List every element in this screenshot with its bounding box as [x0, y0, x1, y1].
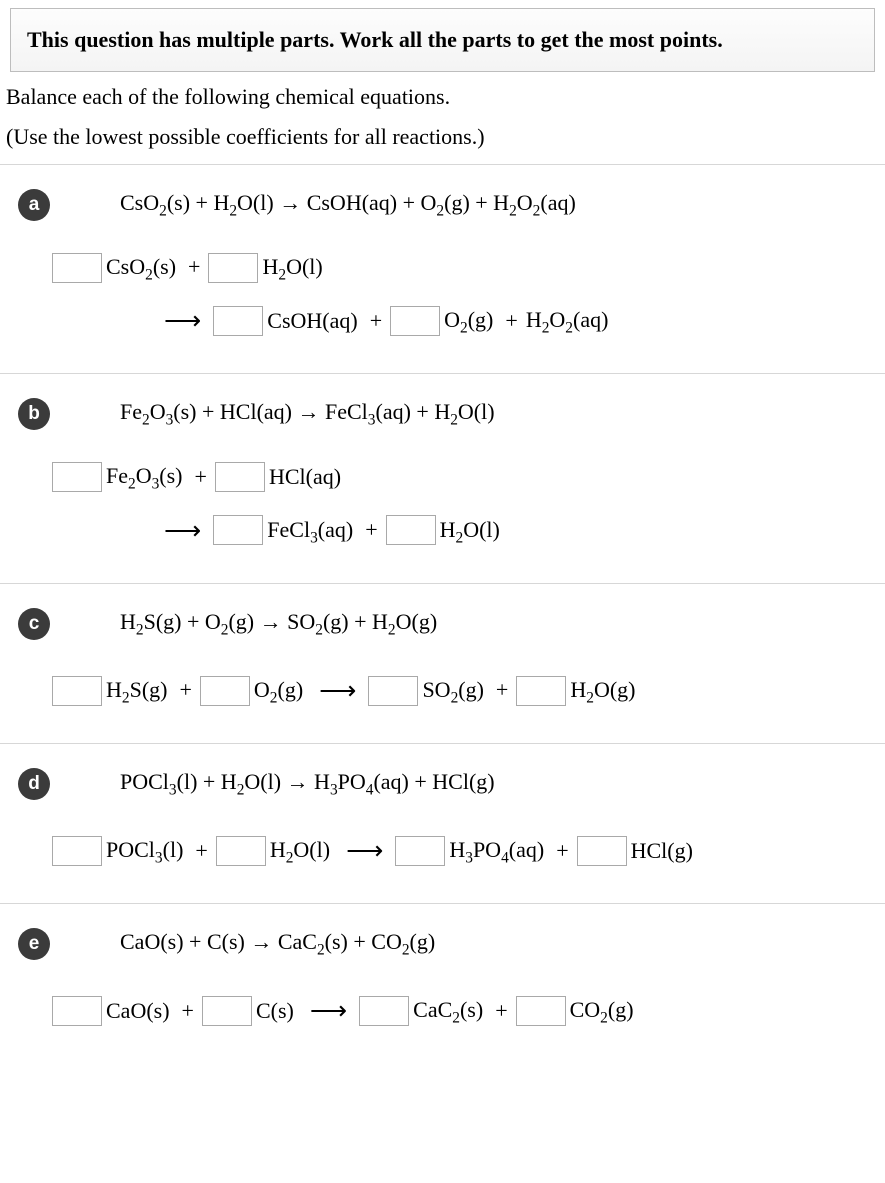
intro-text: Balance each of the following chemical e…	[0, 84, 885, 150]
term-b-r1: Fe2O3(s)	[106, 452, 183, 501]
equation-b: Fe2O3(s) + HCl(aq) → FeCl3(aq) + H2O(l)	[120, 399, 495, 429]
plus-icon: +	[182, 987, 194, 1035]
term-c-p1: SO2(g)	[422, 666, 483, 715]
plus-icon: +	[505, 297, 517, 345]
arrow-icon: ⟶	[164, 292, 201, 349]
intro-line-2: (Use the lowest possible coefficients fo…	[6, 124, 879, 150]
term-c-r2: O2(g)	[254, 666, 303, 715]
coef-input-e-r2[interactable]	[202, 996, 252, 1026]
term-a-r1: CsO2(s)	[106, 243, 176, 292]
coef-input-e-r1[interactable]	[52, 996, 102, 1026]
term-d-p1: H3PO4(aq)	[449, 826, 544, 875]
term-e-p1: CaC2(s)	[413, 986, 483, 1035]
plus-icon: +	[495, 987, 507, 1035]
term-a-p3: H2O2(aq)	[526, 296, 609, 345]
equation-e: CaO(s) + C(s) → CaC2(s) + CO2(g)	[120, 929, 435, 959]
answer-row-c: H2S(g) + O2(g) ⟶ SO2(g) + H2O(g)	[12, 662, 873, 719]
part-b: b Fe2O3(s) + HCl(aq) → FeCl3(aq) + H2O(l…	[0, 374, 885, 582]
answer-row-d: POCl3(l) + H2O(l) ⟶ H3PO4(aq) + HCl(g)	[12, 822, 873, 879]
part-c: c H2S(g) + O2(g) → SO2(g) + H2O(g) H2S(g…	[0, 584, 885, 743]
coef-input-b-r2[interactable]	[215, 462, 265, 492]
coef-input-b-p1[interactable]	[213, 515, 263, 545]
part-badge-e: e	[18, 928, 50, 960]
part-d: d POCl3(l) + H2O(l) → H3PO4(aq) + HCl(g)…	[0, 744, 885, 903]
term-e-p2: CO2(g)	[570, 986, 634, 1035]
term-b-p1: FeCl3(aq)	[267, 506, 353, 555]
term-d-r1: POCl3(l)	[106, 826, 183, 875]
coef-input-c-r2[interactable]	[200, 676, 250, 706]
part-badge-c: c	[18, 608, 50, 640]
instructions-header: This question has multiple parts. Work a…	[10, 8, 875, 72]
coef-input-b-p2[interactable]	[386, 515, 436, 545]
part-badge-b: b	[18, 398, 50, 430]
answer-row-b: Fe2O3(s) + HCl(aq) ⟶ FeCl3(aq) + H2O(l)	[12, 452, 873, 558]
coef-input-b-r1[interactable]	[52, 462, 102, 492]
plus-icon: +	[370, 297, 382, 345]
part-e: e CaO(s) + C(s) → CaC2(s) + CO2(g) CaO(s…	[0, 904, 885, 1063]
arrow-icon: ⟶	[164, 502, 201, 559]
plus-icon: +	[496, 666, 508, 714]
coef-input-c-r1[interactable]	[52, 676, 102, 706]
coef-input-e-p2[interactable]	[516, 996, 566, 1026]
plus-icon: +	[195, 827, 207, 875]
coef-input-c-p2[interactable]	[516, 676, 566, 706]
coef-input-a-p2[interactable]	[390, 306, 440, 336]
part-badge-a: a	[18, 189, 50, 221]
term-c-r1: H2S(g)	[106, 666, 167, 715]
coef-input-d-p1[interactable]	[395, 836, 445, 866]
coef-input-c-p1[interactable]	[368, 676, 418, 706]
coef-input-d-r1[interactable]	[52, 836, 102, 866]
coef-input-e-p1[interactable]	[359, 996, 409, 1026]
term-a-p2: O2(g)	[444, 296, 493, 345]
arrow-icon: ⟶	[319, 662, 356, 719]
part-badge-d: d	[18, 768, 50, 800]
intro-line-1: Balance each of the following chemical e…	[6, 84, 879, 110]
term-d-p2: HCl(g)	[631, 827, 693, 875]
plus-icon: +	[188, 243, 200, 291]
term-e-r1: CaO(s)	[106, 987, 170, 1035]
term-a-p1: CsOH(aq)	[267, 297, 357, 345]
equation-d: POCl3(l) + H2O(l) → H3PO4(aq) + HCl(g)	[120, 769, 495, 799]
plus-icon: +	[179, 666, 191, 714]
arrow-icon: ⟶	[346, 822, 383, 879]
term-b-p2: H2O(l)	[440, 506, 500, 555]
coef-input-a-p1[interactable]	[213, 306, 263, 336]
plus-icon: +	[195, 453, 207, 501]
answer-row-e: CaO(s) + C(s) ⟶ CaC2(s) + CO2(g)	[12, 982, 873, 1039]
answer-row-a: CsO2(s) + H2O(l) ⟶ CsOH(aq) + O2(g) + H2…	[12, 243, 873, 349]
arrow-icon: ⟶	[310, 982, 347, 1039]
term-c-p2: H2O(g)	[570, 666, 635, 715]
equation-c: H2S(g) + O2(g) → SO2(g) + H2O(g)	[120, 609, 437, 639]
plus-icon: +	[365, 506, 377, 554]
plus-icon: +	[556, 827, 568, 875]
coef-input-a-r1[interactable]	[52, 253, 102, 283]
coef-input-a-r2[interactable]	[208, 253, 258, 283]
term-e-r2: C(s)	[256, 987, 294, 1035]
coef-input-d-r2[interactable]	[216, 836, 266, 866]
term-a-r2: H2O(l)	[262, 243, 322, 292]
part-a: a CsO2(s) + H2O(l) → CsOH(aq) + O2(g) + …	[0, 165, 885, 373]
term-b-r2: HCl(aq)	[269, 453, 341, 501]
equation-a: CsO2(s) + H2O(l) → CsOH(aq) + O2(g) + H2…	[120, 190, 576, 220]
term-d-r2: H2O(l)	[270, 826, 330, 875]
coef-input-d-p2[interactable]	[577, 836, 627, 866]
